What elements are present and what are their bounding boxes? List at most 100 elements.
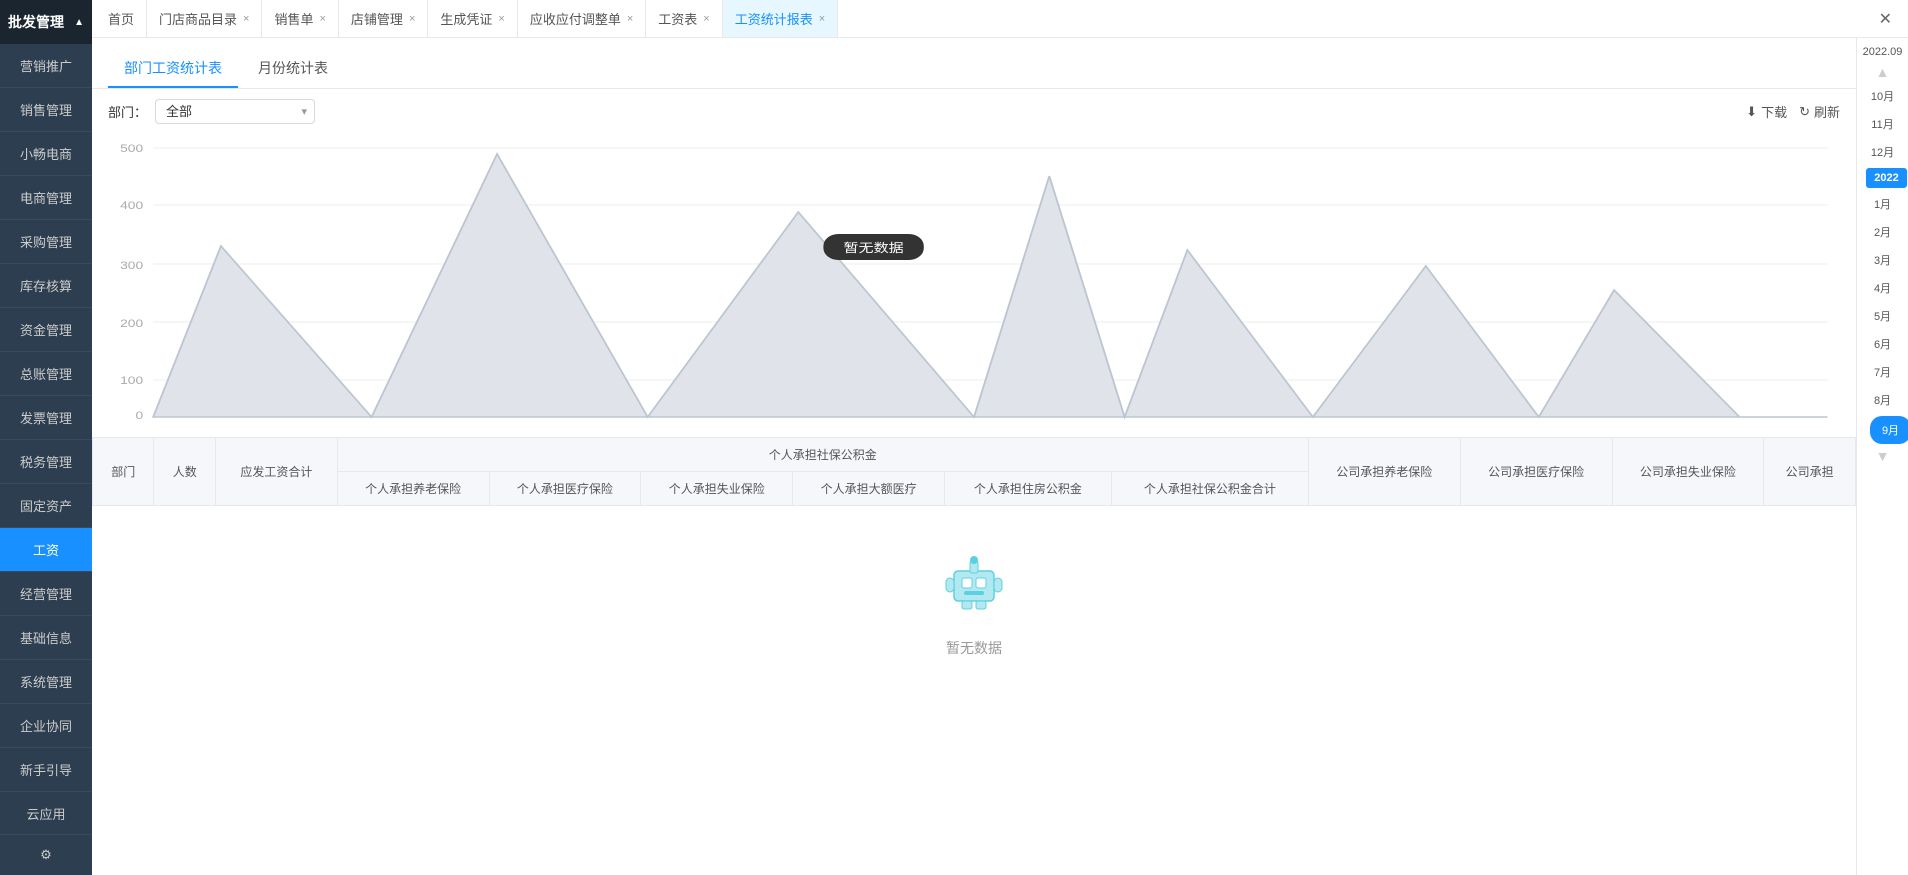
toolbar-left: 部门： 全部销售部财务部行政部 ▾ bbox=[108, 99, 315, 124]
svg-text:200: 200 bbox=[120, 317, 143, 329]
tab-工资表[interactable]: 工资表× bbox=[646, 0, 722, 38]
sidebar: 批发管理 ▲ 营销推广销售管理小畅电商电商管理采购管理库存核算资金管理总账管理发… bbox=[0, 0, 92, 875]
empty-state: 暂无数据 bbox=[92, 506, 1856, 698]
dept-select-wrap: 全部销售部财务部行政部 ▾ bbox=[155, 99, 315, 124]
date-panel: 2022.09 ▲ 10月11月12月20221月2月3月4月5月6月7月8月9… bbox=[1856, 38, 1908, 875]
sidebar-header[interactable]: 批发管理 ▲ bbox=[0, 0, 92, 44]
tab-close-应收应付调整单[interactable]: × bbox=[627, 13, 633, 25]
svg-text:300: 300 bbox=[120, 259, 143, 271]
date-item-2月[interactable]: 2月 bbox=[1862, 218, 1903, 246]
sidebar-item-总账管理[interactable]: 总账管理 bbox=[0, 352, 92, 396]
date-down-arrow[interactable]: ▼ bbox=[1874, 446, 1892, 466]
sidebar-arrow-icon: ▲ bbox=[74, 17, 84, 28]
date-item-4月[interactable]: 4月 bbox=[1862, 274, 1903, 302]
refresh-button[interactable]: ↻ 刷新 bbox=[1799, 102, 1840, 121]
sub-tab-月份统计表[interactable]: 月份统计表 bbox=[242, 50, 344, 88]
content-panel: 部门工资统计表月份统计表 部门： 全部销售部财务部行政部 ▾ ⬇ 下载 bbox=[92, 38, 1856, 875]
date-item-3月[interactable]: 3月 bbox=[1862, 246, 1903, 274]
sidebar-item-固定资产[interactable]: 固定资产 bbox=[0, 484, 92, 528]
sidebar-item-营销推广[interactable]: 营销推广 bbox=[0, 44, 92, 88]
svg-text:500: 500 bbox=[120, 142, 143, 154]
th-company-old: 公司承担养老保险 bbox=[1308, 438, 1460, 506]
table-area[interactable]: 部门 人数 应发工资合计 个人承担社保公积金 公司承担养老保险 公司承担医疗保险… bbox=[92, 437, 1856, 875]
tabs-bar: 首页门店商品目录×销售单×店铺管理×生成凭证×应收应付调整单×工资表×工资统计报… bbox=[92, 0, 1908, 38]
th-personal-housing: 个人承担住房公积金 bbox=[944, 472, 1111, 506]
th-company-unemploy: 公司承担失业保险 bbox=[1612, 438, 1764, 506]
sidebar-item-库存核算[interactable]: 库存核算 bbox=[0, 264, 92, 308]
svg-text:100: 100 bbox=[120, 374, 143, 386]
svg-text:0: 0 bbox=[135, 409, 143, 421]
data-table: 部门 人数 应发工资合计 个人承担社保公积金 公司承担养老保险 公司承担医疗保险… bbox=[92, 437, 1856, 506]
th-personal-large-medical: 个人承担大额医疗 bbox=[793, 472, 945, 506]
toolbar-right: ⬇ 下载 ↻ 刷新 bbox=[1746, 102, 1840, 121]
th-company-medical: 公司承担医疗保险 bbox=[1460, 438, 1612, 506]
sidebar-item-采购管理[interactable]: 采购管理 bbox=[0, 220, 92, 264]
date-item-8月[interactable]: 8月 bbox=[1862, 386, 1903, 414]
sidebar-title: 批发管理 bbox=[8, 12, 64, 32]
th-personal-old: 个人承担养老保险 bbox=[337, 472, 489, 506]
date-item-1月[interactable]: 1月 bbox=[1862, 190, 1903, 218]
date-items: 10月11月12月20221月2月3月4月5月6月7月8月9月 bbox=[1862, 82, 1903, 446]
date-item-12月[interactable]: 12月 bbox=[1862, 138, 1903, 166]
empty-icon bbox=[934, 546, 1014, 626]
date-item-2022[interactable]: 2022 bbox=[1866, 168, 1907, 188]
date-item-6月[interactable]: 6月 bbox=[1862, 330, 1903, 358]
tab-工资统计报表[interactable]: 工资统计报表× bbox=[723, 0, 838, 38]
tab-close-店铺管理[interactable]: × bbox=[409, 13, 415, 25]
sidebar-item-云应用[interactable]: 云应用 bbox=[0, 792, 92, 834]
date-item-10月[interactable]: 10月 bbox=[1862, 82, 1903, 110]
tab-首页[interactable]: 首页 bbox=[96, 0, 147, 38]
tab-close-工资表[interactable]: × bbox=[703, 13, 709, 25]
date-panel-header: 2022.09 bbox=[1861, 42, 1905, 62]
download-label: 下载 bbox=[1761, 102, 1787, 121]
sidebar-item-税务管理[interactable]: 税务管理 bbox=[0, 440, 92, 484]
sidebar-item-新手引导[interactable]: 新手引导 bbox=[0, 748, 92, 792]
refresh-icon: ↻ bbox=[1799, 104, 1810, 120]
tab-close-工资统计报表[interactable]: × bbox=[819, 13, 825, 25]
sidebar-item-销售管理[interactable]: 销售管理 bbox=[0, 88, 92, 132]
sidebar-item-经营管理[interactable]: 经营管理 bbox=[0, 572, 92, 616]
th-personal-total: 个人承担社保公积金合计 bbox=[1111, 472, 1308, 506]
tab-生成凭证[interactable]: 生成凭证× bbox=[428, 0, 517, 38]
th-total-wage: 应发工资合计 bbox=[215, 438, 337, 506]
date-item-9月[interactable]: 9月 bbox=[1870, 416, 1908, 444]
date-item-7月[interactable]: 7月 bbox=[1862, 358, 1903, 386]
download-button[interactable]: ⬇ 下载 bbox=[1746, 102, 1787, 121]
th-personal-group: 个人承担社保公积金 bbox=[337, 438, 1308, 472]
tab-销售单[interactable]: 销售单× bbox=[262, 0, 338, 38]
th-personal-unemploy: 个人承担失业保险 bbox=[641, 472, 793, 506]
sidebar-item-系统管理[interactable]: 系统管理 bbox=[0, 660, 92, 704]
refresh-label: 刷新 bbox=[1814, 102, 1840, 121]
sidebar-item-基础信息[interactable]: 基础信息 bbox=[0, 616, 92, 660]
sub-tabs: 部门工资统计表月份统计表 bbox=[92, 38, 1856, 89]
svg-text:暂无数据: 暂无数据 bbox=[843, 241, 904, 254]
tabs-actions: ✕ bbox=[1867, 7, 1904, 31]
dept-select[interactable]: 全部销售部财务部行政部 bbox=[155, 99, 315, 124]
sub-tab-部门工资统计表[interactable]: 部门工资统计表 bbox=[108, 50, 238, 88]
page-area: 部门工资统计表月份统计表 部门： 全部销售部财务部行政部 ▾ ⬇ 下载 bbox=[92, 38, 1908, 875]
empty-text: 暂无数据 bbox=[946, 638, 1002, 658]
sidebar-item-小畅电商[interactable]: 小畅电商 bbox=[0, 132, 92, 176]
sidebar-item-工资[interactable]: 工资 bbox=[0, 528, 92, 572]
chart-svg: 500 400 300 200 100 0 bbox=[108, 134, 1840, 434]
tab-应收应付调整单[interactable]: 应收应付调整单× bbox=[518, 0, 646, 38]
tab-close-门店商品目录[interactable]: × bbox=[243, 13, 249, 25]
sidebar-item-发票管理[interactable]: 发票管理 bbox=[0, 396, 92, 440]
date-item-11月[interactable]: 11月 bbox=[1862, 110, 1903, 138]
sidebar-settings[interactable]: ⚙ bbox=[0, 834, 92, 875]
th-company-other: 公司承担 bbox=[1764, 438, 1856, 506]
tab-close-生成凭证[interactable]: × bbox=[498, 13, 504, 25]
sidebar-item-企业协同[interactable]: 企业协同 bbox=[0, 704, 92, 748]
tab-门店商品目录[interactable]: 门店商品目录× bbox=[147, 0, 262, 38]
date-up-arrow[interactable]: ▲ bbox=[1874, 62, 1892, 82]
tab-店铺管理[interactable]: 店铺管理× bbox=[339, 0, 428, 38]
tab-close-销售单[interactable]: × bbox=[319, 13, 325, 25]
chart-svg-wrap: 500 400 300 200 100 0 bbox=[108, 134, 1840, 437]
download-icon: ⬇ bbox=[1746, 104, 1757, 120]
date-item-5月[interactable]: 5月 bbox=[1862, 302, 1903, 330]
th-count: 人数 bbox=[154, 438, 215, 506]
sidebar-item-资金管理[interactable]: 资金管理 bbox=[0, 308, 92, 352]
close-all-tabs-button[interactable]: ✕ bbox=[1875, 7, 1896, 31]
main-content: 首页门店商品目录×销售单×店铺管理×生成凭证×应收应付调整单×工资表×工资统计报… bbox=[92, 0, 1908, 875]
sidebar-item-电商管理[interactable]: 电商管理 bbox=[0, 176, 92, 220]
